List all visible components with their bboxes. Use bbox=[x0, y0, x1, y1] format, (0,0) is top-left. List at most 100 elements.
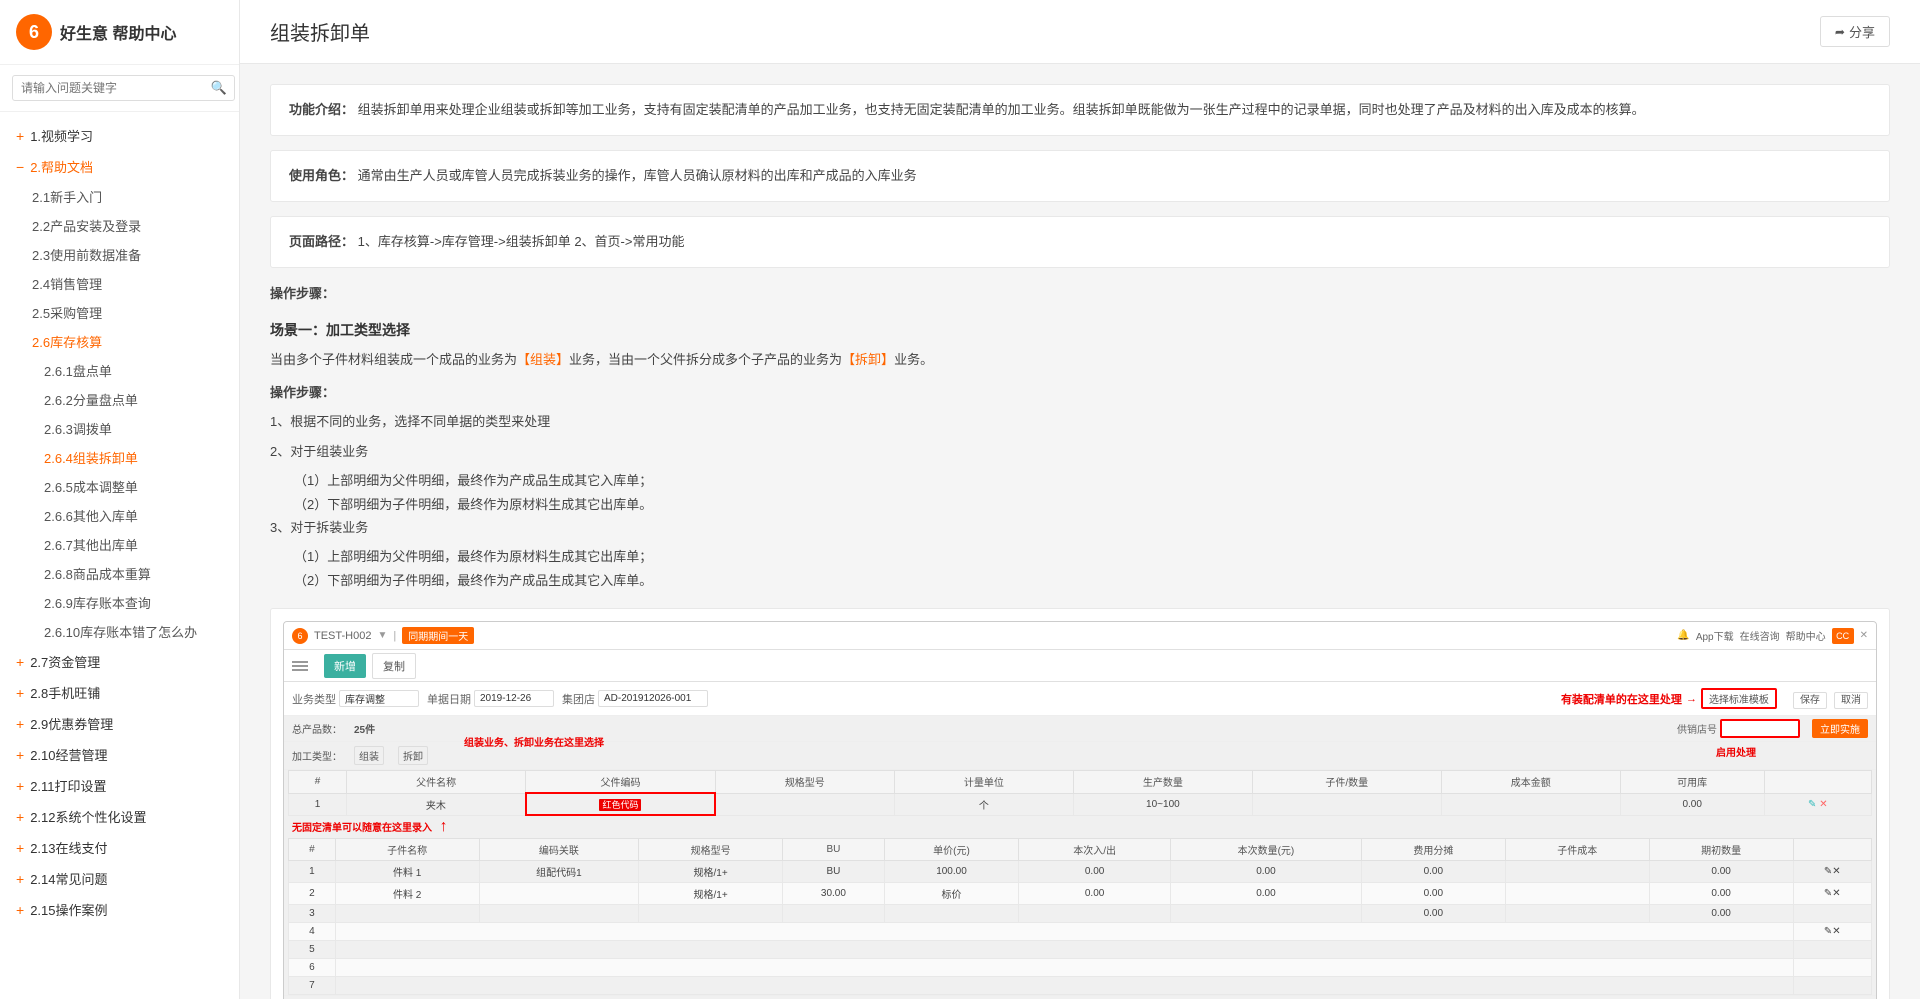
sidebar-sub-newbie[interactable]: 2.1新手入门 bbox=[0, 182, 239, 211]
path-text: 1、库存核算->库存管理->组装拆卸单 2、首页->常用功能 bbox=[358, 234, 685, 249]
td-c2-name: 件料 2 bbox=[335, 883, 479, 905]
topbar-help-link[interactable]: 帮助中心 bbox=[1786, 628, 1826, 643]
c-row-icon[interactable]: ✎✕ bbox=[1824, 866, 1841, 877]
th-c-name: 子件名称 bbox=[335, 839, 479, 861]
sidebar-sub-other-out[interactable]: 2.6.7其他出库单 bbox=[0, 530, 239, 559]
topbar-app-link[interactable]: App下载 bbox=[1696, 628, 1734, 643]
sidebar-item-helpdocs[interactable]: − 2.帮助文档 bbox=[0, 151, 239, 182]
menu-line1 bbox=[292, 661, 308, 663]
sidebar-sub-cost-adjust[interactable]: 2.6.5成本调整单 bbox=[0, 472, 239, 501]
td-c7-act bbox=[1793, 977, 1871, 995]
sidebar-item-mobile-label: 2.8手机旺铺 bbox=[30, 683, 100, 702]
ops-steps-label: 操作步骤： bbox=[270, 381, 1890, 404]
td-c4-empty bbox=[335, 923, 1793, 941]
sidebar-item-mobile[interactable]: + 2.8手机旺铺 bbox=[0, 677, 239, 708]
type-tag-disassembly[interactable]: 拆卸 bbox=[398, 746, 428, 765]
sidebar-sub-stock-fix[interactable]: 2.6.10库存账本错了怎么办 bbox=[0, 617, 239, 646]
search-store-input[interactable] bbox=[1720, 719, 1800, 738]
screenshot-container: 6 TEST-H002 ▼ | 同期期间一天 🔔 App下载 在线咨询 帮助中心… bbox=[270, 608, 1890, 999]
sidebar-sub-transfer[interactable]: 2.6.3调拨单 bbox=[0, 414, 239, 443]
td-c3-alloc: 0.00 bbox=[1361, 905, 1505, 923]
share-icon: ➦ bbox=[1835, 25, 1845, 39]
topbar-right: 🔔 App下载 在线咨询 帮助中心 CC ✕ bbox=[1677, 628, 1868, 644]
td-c7-num: 7 bbox=[289, 977, 336, 995]
sidebar-item-customization[interactable]: + 2.12系统个性化设置 bbox=[0, 801, 239, 832]
th-parent-name: 父件名称 bbox=[347, 771, 526, 794]
c2-row-icon[interactable]: ✎✕ bbox=[1824, 888, 1841, 899]
form-input-date[interactable] bbox=[474, 690, 554, 707]
table-row: 4 ✎✕ bbox=[289, 923, 1872, 941]
sidebar-sub-inventory[interactable]: 2.6库存核算 bbox=[0, 327, 239, 356]
sidebar-sub-assembly[interactable]: 2.6.4组装拆卸单 bbox=[0, 443, 239, 472]
apply-btn[interactable]: 立即实施 bbox=[1812, 719, 1868, 738]
sidebar-item-payment[interactable]: + 2.13在线支付 bbox=[0, 832, 239, 863]
form-input-store[interactable] bbox=[598, 690, 708, 707]
form-btn-save[interactable]: 保存 bbox=[1793, 692, 1827, 709]
sidebar-item-coupon[interactable]: + 2.9优惠券管理 bbox=[0, 708, 239, 739]
sidebar-sub-stock-query[interactable]: 2.6.9库存账本查询 bbox=[0, 588, 239, 617]
sidebar-item-finance[interactable]: + 2.7资金管理 bbox=[0, 646, 239, 677]
td-c2-act: ✎✕ bbox=[1793, 883, 1871, 905]
topbar-close-icon[interactable]: ✕ bbox=[1860, 630, 1868, 641]
form-biz-type: 业务类型 bbox=[292, 690, 419, 707]
th-c-action bbox=[1793, 839, 1871, 861]
main-header: 组装拆卸单 ➦ 分享 bbox=[240, 0, 1920, 64]
sidebar-sub-install[interactable]: 2.2产品安装及登录 bbox=[0, 211, 239, 240]
row-icon2[interactable]: ✕ bbox=[1819, 799, 1827, 810]
sidebar-item-videos-label: 1.视频学习 bbox=[30, 126, 93, 145]
sidebar: 6 好生意 帮助中心 🔍 + 1.视频学习 − 2.帮助文档 2.1新手入门 2… bbox=[0, 0, 240, 999]
select-template-btn[interactable]: 选择标准模板 bbox=[1701, 688, 1777, 709]
td-c-qty: 0.00 bbox=[1170, 861, 1361, 883]
c4-row-icon[interactable]: ✎✕ bbox=[1824, 926, 1841, 937]
type-tag-assembly[interactable]: 组装 bbox=[354, 746, 384, 765]
intro-label: 功能介绍： bbox=[289, 102, 354, 117]
sidebar-item-faq[interactable]: + 2.14常见问题 bbox=[0, 863, 239, 894]
sidebar-sub-sales[interactable]: 2.4销售管理 bbox=[0, 269, 239, 298]
td-c6-act bbox=[1793, 959, 1871, 977]
sidebar-item-cases-label: 2.15操作案例 bbox=[30, 900, 107, 919]
topbar-chat-link[interactable]: 在线咨询 bbox=[1740, 628, 1780, 643]
topbar-period-btn[interactable]: 同期期间一天 bbox=[402, 627, 474, 644]
td-avail: 0.00 bbox=[1620, 793, 1764, 815]
sidebar-item-videos[interactable]: + 1.视频学习 bbox=[0, 120, 239, 151]
sidebar-item-cases[interactable]: + 2.15操作案例 bbox=[0, 894, 239, 925]
sidebar-item-print-label: 2.11打印设置 bbox=[30, 776, 106, 795]
sidebar-item-print[interactable]: + 2.11打印设置 bbox=[0, 770, 239, 801]
td-c-alloc: 0.00 bbox=[1361, 861, 1505, 883]
ops-title: 操作步骤： bbox=[270, 282, 1890, 305]
keyword-disassembly: 【拆卸】 bbox=[842, 352, 894, 367]
topbar-dropdown-icon: ▼ bbox=[377, 630, 387, 641]
sidebar-sub-data-prep[interactable]: 2.3使用前数据准备 bbox=[0, 240, 239, 269]
form-input-biz[interactable] bbox=[339, 690, 419, 707]
step2-sub2: （2）下部明细为子件明细，最终作为原材料生成其它出库单。 bbox=[270, 493, 1890, 516]
td-c3-price bbox=[884, 905, 1019, 923]
expand-icon-mobile: + bbox=[16, 685, 24, 701]
sidebar-sub-stocktaking[interactable]: 2.6.1盘点单 bbox=[0, 356, 239, 385]
sidebar-item-management[interactable]: + 2.10经营管理 bbox=[0, 739, 239, 770]
sidebar-sub-other-in[interactable]: 2.6.6其他入库单 bbox=[0, 501, 239, 530]
share-button[interactable]: ➦ 分享 bbox=[1820, 16, 1890, 47]
form-btn-cancel[interactable]: 取消 bbox=[1834, 692, 1868, 709]
topbar-separator: | bbox=[393, 630, 396, 642]
form-label-biz: 业务类型 bbox=[292, 691, 336, 707]
search-input[interactable] bbox=[12, 75, 235, 101]
app-tab-copy[interactable]: 复制 bbox=[372, 653, 416, 679]
td-prod-qty: 10~100 bbox=[1073, 793, 1252, 815]
sidebar-sub-partial-stock[interactable]: 2.6.2分量盘点单 bbox=[0, 385, 239, 414]
search-icon[interactable]: 🔍 bbox=[211, 80, 227, 96]
td-c4-act: ✎✕ bbox=[1793, 923, 1871, 941]
td-c-code: 组配代码1 bbox=[479, 861, 639, 883]
content-area: 功能介绍： 组装拆卸单用来处理企业组装或拆卸等加工业务，支持有固定装配清单的产品… bbox=[240, 64, 1920, 999]
td-c3-qty bbox=[1170, 905, 1361, 923]
sidebar-sub-purchase[interactable]: 2.5采购管理 bbox=[0, 298, 239, 327]
topbar-left: 6 TEST-H002 ▼ | 同期期间一天 bbox=[292, 627, 474, 644]
app-tab-new[interactable]: 新增 bbox=[324, 654, 366, 678]
table-row: 6 bbox=[289, 959, 1872, 977]
form-label-store: 集团店 bbox=[562, 691, 595, 707]
count-label: 总产品数： bbox=[292, 721, 342, 736]
th-cost-amount: 成本金额 bbox=[1441, 771, 1620, 794]
row-icon1[interactable]: ✎ bbox=[1808, 799, 1816, 810]
sidebar-sub-cost-recalc[interactable]: 2.6.8商品成本重算 bbox=[0, 559, 239, 588]
app-footer-row: 合计 89.00 8.00 0.00 0.00 bbox=[284, 995, 1876, 999]
td-child-qty bbox=[1252, 793, 1441, 815]
